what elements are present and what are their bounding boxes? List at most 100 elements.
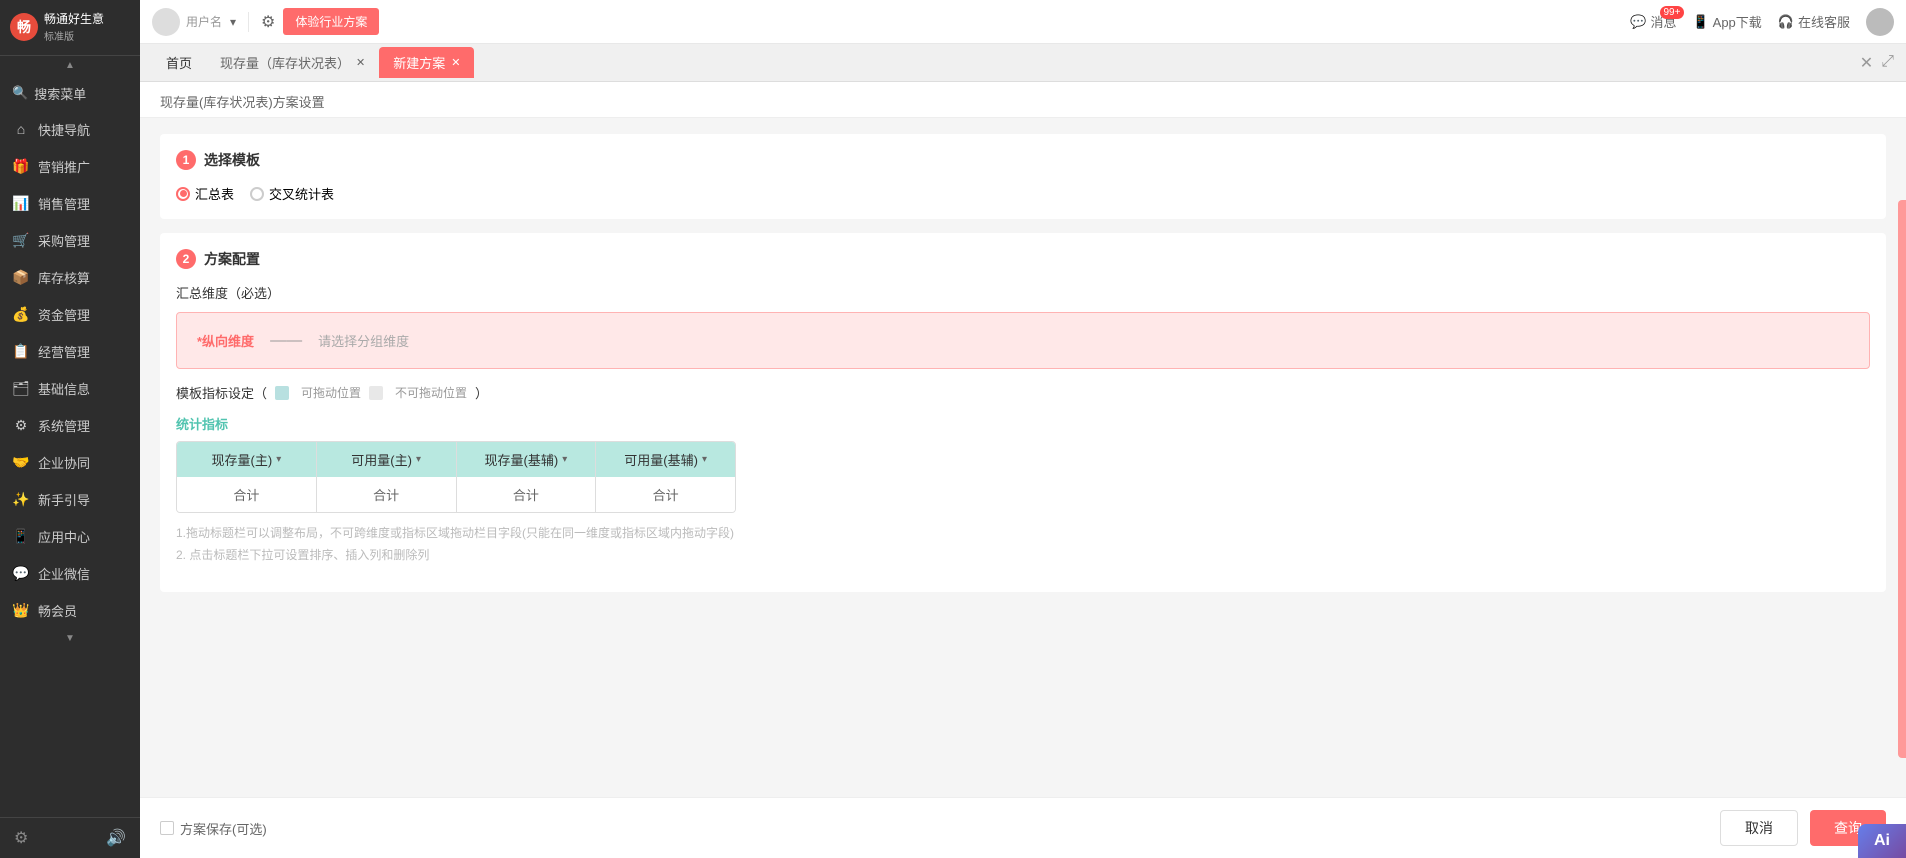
col0-sub: 合计 <box>177 477 317 512</box>
user-avatar <box>152 8 180 36</box>
tab-inventory-close[interactable]: ✕ <box>356 56 365 69</box>
radio-crosstab[interactable]: 交叉统计表 <box>250 184 334 203</box>
col-current-main[interactable]: 现存量(主) ▾ <box>177 442 317 477</box>
sidebar-scroll-up[interactable]: ▲ <box>0 56 140 76</box>
step2-badge: 2 <box>176 249 196 269</box>
sidebar-item-purchase[interactable]: 🛒 采购管理 <box>0 222 140 259</box>
sidebar-item-quick-nav[interactable]: ⌂ 快捷导航 <box>0 111 140 148</box>
step1-badge: 1 <box>176 150 196 170</box>
tab-new-plan-close[interactable]: ✕ <box>451 56 460 69</box>
sidebar-logo: 畅 畅通好生意 标准版 <box>0 0 140 56</box>
radio-crosstab-circle <box>250 187 264 201</box>
tab-inventory-status[interactable]: 现存量（库存状况表） ✕ <box>206 47 379 78</box>
topbar-app-download[interactable]: 📱 App下载 <box>1692 12 1761 31</box>
sidebar-item-enterprise[interactable]: 🤝 企业协同 <box>0 444 140 481</box>
summary-dim-label: 汇总维度（必选） <box>176 283 1870 302</box>
ai-button[interactable]: Ai <box>1858 824 1906 858</box>
step2-title: 2 方案配置 <box>176 249 1870 269</box>
topbar-settings-icon[interactable]: ⚙ <box>261 12 275 32</box>
step1-title: 1 选择模板 <box>176 150 1870 170</box>
appcenter-icon: 📱 <box>12 527 30 545</box>
cancel-button[interactable]: 取消 <box>1720 810 1798 846</box>
tabbar: 首页 现存量（库存状况表） ✕ 新建方案 ✕ ✕ ⤢ <box>140 44 1906 82</box>
finance-icon: 💰 <box>12 305 30 323</box>
topbar-messages[interactable]: 💬 消息 99+ <box>1630 12 1676 31</box>
col3-arrow[interactable]: ▾ <box>702 454 707 465</box>
inventory-icon: 📦 <box>12 268 30 286</box>
sidebar-item-operations[interactable]: 📋 经营管理 <box>0 333 140 370</box>
logo-icon: 畅 <box>10 13 38 41</box>
legend-draggable: 可拖动位置 <box>275 384 361 401</box>
newguide-icon: ✨ <box>12 490 30 508</box>
purchase-icon: 🛒 <box>12 231 30 249</box>
sidebar-search[interactable]: 🔍 搜索菜单 <box>0 76 140 111</box>
sidebar-item-basic[interactable]: 🗂 基础信息 <box>0 370 140 407</box>
page-header: 现存量(库存状况表)方案设置 <box>140 82 1906 118</box>
dimension-row[interactable]: *纵向维度 —— 请选择分组维度 <box>176 312 1870 369</box>
template-radio-group: 汇总表 交叉统计表 <box>176 184 1870 203</box>
tab-expand[interactable]: ⤢ <box>1881 53 1894 73</box>
sidebar-item-inventory[interactable]: 📦 库存核算 <box>0 259 140 296</box>
tab-new-plan[interactable]: 新建方案 ✕ <box>379 47 474 78</box>
topbar-user: 用户名 <box>152 8 222 36</box>
sidebar-item-wechat[interactable]: 💬 企业微信 <box>0 555 140 592</box>
message-badge: 99+ <box>1660 6 1685 19</box>
save-checkbox[interactable] <box>160 821 174 835</box>
radio-summary-circle <box>176 187 190 201</box>
col2-arrow[interactable]: ▾ <box>562 454 567 465</box>
sidebar-item-sales[interactable]: 📊 销售管理 <box>0 185 140 222</box>
settings-bottom-icon[interactable]: ⚙ <box>14 828 28 848</box>
sidebar-item-newguide[interactable]: ✨ 新手引导 <box>0 481 140 518</box>
indicator-settings-label: 模板指标设定（ 可拖动位置 不可拖动位置 ） <box>176 383 1870 402</box>
topbar-dropdown-icon[interactable]: ▾ <box>230 15 236 29</box>
hint-line2: 2. 点击标题栏下拉可设置排序、插入列和删除列 <box>176 545 1870 567</box>
main-area: 用户名 ▾ ⚙ 体验行业方案 💬 消息 99+ 📱 App下载 🎧 在线客服 <box>140 0 1906 858</box>
speaker-bottom-icon[interactable]: 🔊 <box>106 828 126 848</box>
col-current-aux[interactable]: 现存量(基辅) ▾ <box>457 442 597 477</box>
right-scroll-indicator <box>1898 200 1906 758</box>
sidebar-item-finance[interactable]: 💰 资金管理 <box>0 296 140 333</box>
marketing-icon: 🎁 <box>12 157 30 175</box>
sidebar-item-marketing[interactable]: 🎁 营销推广 <box>0 148 140 185</box>
stats-title: 统计指标 <box>176 414 1870 433</box>
experience-btn[interactable]: 体验行业方案 <box>283 8 379 35</box>
sidebar-scroll-down[interactable]: ▼ <box>0 629 140 649</box>
topbar-customer-service[interactable]: 🎧 在线客服 <box>1778 12 1850 31</box>
search-icon: 🔍 <box>12 85 28 101</box>
legend-non-draggable: 不可拖动位置 <box>369 384 467 401</box>
save-option[interactable]: 方案保存(可选) <box>160 819 267 838</box>
dim-dash: —— <box>270 332 302 350</box>
content-area: 1 选择模板 汇总表 交叉统计表 2 方案配置 <box>140 118 1906 797</box>
step2-label: 方案配置 <box>204 249 260 269</box>
basic-icon: 🗂 <box>12 379 30 397</box>
step1-label: 选择模板 <box>204 150 260 170</box>
wechat-icon: 💬 <box>12 564 30 582</box>
system-icon: ⚙ <box>12 416 30 434</box>
user-name: 用户名 <box>186 13 222 30</box>
tab-home[interactable]: 首页 <box>152 47 206 78</box>
topbar-divider <box>248 12 249 32</box>
col-available-aux[interactable]: 可用量(基辅) ▾ <box>596 442 735 477</box>
operations-icon: 📋 <box>12 342 30 360</box>
sidebar-item-member[interactable]: 👑 畅会员 <box>0 592 140 629</box>
service-icon: 🎧 <box>1778 14 1794 30</box>
topbar-avatar[interactable] <box>1866 8 1894 36</box>
tab-close-all[interactable]: ✕ <box>1860 53 1873 73</box>
sidebar-item-appcenter[interactable]: 📱 应用中心 <box>0 518 140 555</box>
topbar-right: 💬 消息 99+ 📱 App下载 🎧 在线客服 <box>1630 8 1894 36</box>
vertical-dim-label: *纵向维度 <box>197 331 254 350</box>
message-icon: 💬 <box>1630 14 1646 30</box>
draggable-legend-box <box>275 386 289 400</box>
col1-sub: 合计 <box>317 477 457 512</box>
sidebar-item-system[interactable]: ⚙ 系统管理 <box>0 407 140 444</box>
col0-arrow[interactable]: ▾ <box>276 454 281 465</box>
col-available-main[interactable]: 可用量(主) ▾ <box>317 442 457 477</box>
col1-arrow[interactable]: ▾ <box>416 454 421 465</box>
dim-placeholder: 请选择分组维度 <box>318 331 409 350</box>
quick-nav-icon: ⌂ <box>12 120 30 138</box>
topbar: 用户名 ▾ ⚙ 体验行业方案 💬 消息 99+ 📱 App下载 🎧 在线客服 <box>140 0 1906 44</box>
stats-table-body: 合计 合计 合计 合计 <box>177 477 735 512</box>
radio-summary[interactable]: 汇总表 <box>176 184 234 203</box>
logo-text: 畅通好生意 标准版 <box>44 12 104 43</box>
member-icon: 👑 <box>12 601 30 619</box>
